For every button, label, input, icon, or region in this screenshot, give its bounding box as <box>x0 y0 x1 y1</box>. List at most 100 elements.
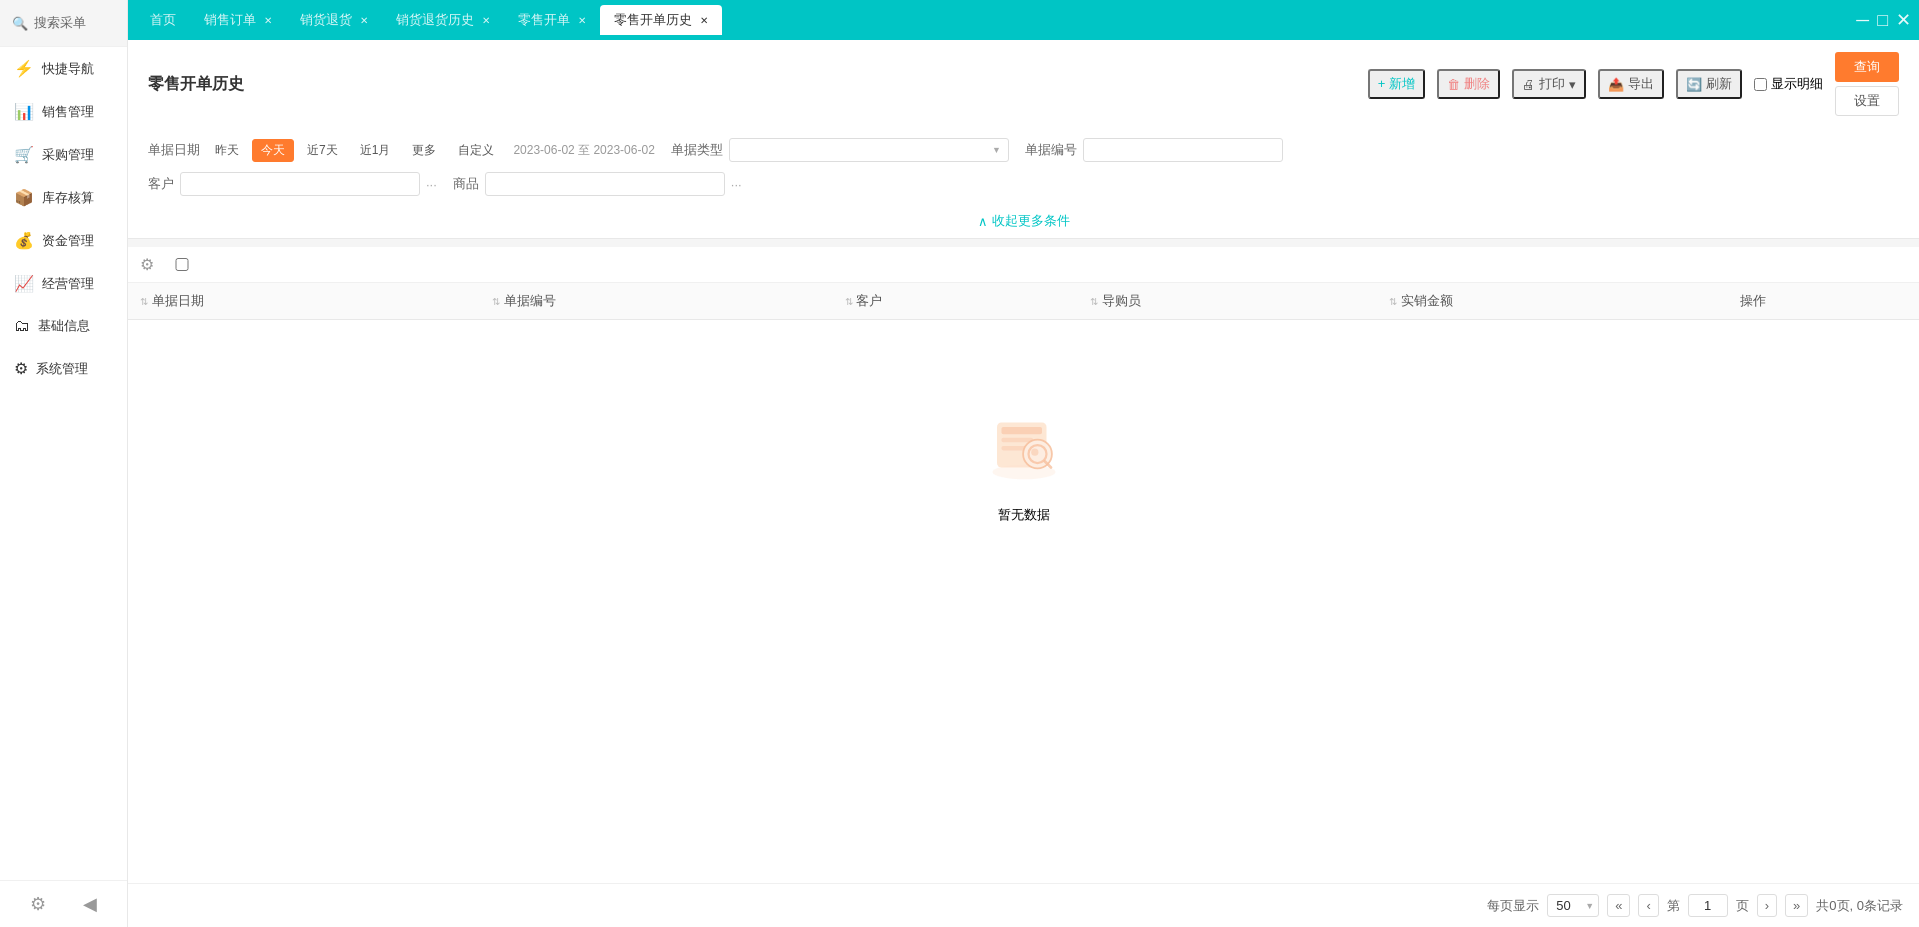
tab-retail-open[interactable]: 零售开单 ✕ <box>504 5 600 35</box>
doc-type-filter: 单据类型 <box>671 138 1009 162</box>
collapse-label: 收起更多条件 <box>992 212 1070 230</box>
sidebar-item-basic-info[interactable]: 🗂基础信息 <box>0 305 127 347</box>
col-sort-icon-date: ⇅ <box>140 296 148 307</box>
sidebar-item-finance[interactable]: 💰资金管理 <box>0 219 127 262</box>
goods-filter: 商品 ··· <box>453 172 742 196</box>
collapse-row[interactable]: ∧ 收起更多条件 <box>148 206 1899 238</box>
sidebar-item-sales-mgmt[interactable]: 📊销售管理 <box>0 90 127 133</box>
settings-icon[interactable]: ⚙ <box>30 893 46 915</box>
date-buttons: 昨天今天近7天近1月更多自定义 <box>206 139 503 162</box>
doc-num-filter: 单据编号 <box>1025 138 1283 162</box>
refresh-button[interactable]: 🔄 刷新 <box>1676 69 1742 99</box>
main-area: 首页销售订单✕销货退货✕销货退货历史✕零售开单✕零售开单历史✕ ─ □ ✕ 零售… <box>128 0 1919 927</box>
sidebar-item-purchase-mgmt[interactable]: 🛒采购管理 <box>0 133 127 176</box>
sidebar-item-system[interactable]: ⚙ 系统管理 <box>0 347 127 390</box>
tab-close-retail-open-history[interactable]: ✕ <box>700 15 708 26</box>
customer-filter: 客户 ··· <box>148 172 437 196</box>
date-btn-more[interactable]: 更多 <box>403 139 445 162</box>
date-btn-last_month[interactable]: 近1月 <box>351 139 400 162</box>
tab-sales-return-history[interactable]: 销货退货历史✕ <box>382 5 504 35</box>
delete-button[interactable]: 🗑 删除 <box>1437 69 1500 99</box>
goods-input[interactable] <box>485 172 725 196</box>
page-input[interactable] <box>1688 894 1728 917</box>
export-icon: 📤 <box>1608 77 1624 92</box>
col-header-salesperson: ⇅ 导购员 <box>1078 283 1377 320</box>
sidebar-icon-finance: 💰 <box>14 231 34 250</box>
customer-input[interactable] <box>180 172 420 196</box>
page-header: 零售开单历史 + 新增 🗑 删除 🖨 打印 ▾ 📤 导出 <box>128 40 1919 239</box>
sidebar-item-quick-nav[interactable]: ⚡快捷导航 <box>0 47 127 90</box>
customer-label: 客户 <box>148 175 174 193</box>
minimize-icon[interactable]: ─ <box>1856 10 1869 31</box>
sidebar-search[interactable]: 🔍 搜索采单 <box>0 0 127 47</box>
sidebar-label-basic-info: 基础信息 <box>38 317 90 335</box>
col-header-num: ⇅ 单据编号 <box>480 283 832 320</box>
col-sort-icon-customer: ⇅ <box>845 296 853 307</box>
first-page-button[interactable]: « <box>1607 894 1630 917</box>
add-button[interactable]: + 新增 <box>1368 69 1425 99</box>
per-page-select[interactable]: 102050100 <box>1547 894 1599 917</box>
tab-sales-order[interactable]: 销售订单✕ <box>190 5 286 35</box>
tab-close-sales-return-history[interactable]: ✕ <box>482 15 490 26</box>
table-area: ⚙ ⇅ 单据日期⇅ 单据编号⇅ 客户⇅ 导购员⇅ 实销金额操作 <box>128 247 1919 883</box>
sidebar-icon-inventory: 📦 <box>14 188 34 207</box>
sidebar-icon-system: ⚙ <box>14 359 28 378</box>
refresh-icon: 🔄 <box>1686 77 1702 92</box>
sidebar-footer: ⚙ ◀ <box>0 880 127 927</box>
pagination: 每页显示 102050100 « ‹ 第 页 › » 共0页, 0条记录 <box>128 883 1919 927</box>
close-icon[interactable]: ✕ <box>1896 9 1911 31</box>
page-area: 零售开单历史 + 新增 🗑 删除 🖨 打印 ▾ 📤 导出 <box>128 40 1919 927</box>
tab-close-sales-order[interactable]: ✕ <box>264 15 272 26</box>
tab-close-retail-open[interactable]: ✕ <box>578 15 586 26</box>
tab-sales-return[interactable]: 销货退货 ✕ <box>286 5 382 35</box>
page-label: 第 <box>1667 897 1680 915</box>
tab-label-retail-open: 零售开单 <box>518 11 570 29</box>
col-header-customer: ⇅ 客户 <box>833 283 1078 320</box>
collapse-sidebar-icon[interactable]: ◀ <box>83 893 97 915</box>
date-btn-last7[interactable]: 近7天 <box>298 139 347 162</box>
tab-close-sales-return[interactable]: ✕ <box>360 15 368 26</box>
date-range: 2023-06-02 至 2023-06-02 <box>513 142 654 159</box>
prev-page-button[interactable]: ‹ <box>1638 894 1658 917</box>
print-dropdown-icon: ▾ <box>1569 77 1576 92</box>
sidebar-item-operations[interactable]: 📈经营管理 <box>0 262 127 305</box>
sidebar-label-quick-nav: 快捷导航 <box>42 60 94 78</box>
sidebar-label-system: 系统管理 <box>36 360 88 378</box>
date-label: 单据日期 <box>148 141 200 159</box>
tab-home[interactable]: 首页 <box>136 5 190 35</box>
sidebar-icon-purchase-mgmt: 🛒 <box>14 145 34 164</box>
col-header-action: 操作 <box>1730 283 1919 320</box>
table-settings-icon[interactable]: ⚙ <box>140 255 154 274</box>
per-page-label: 每页显示 <box>1487 897 1539 915</box>
select-all-checkbox[interactable] <box>162 258 202 271</box>
settings-button[interactable]: 设置 <box>1835 86 1899 116</box>
svg-point-8 <box>1031 449 1038 456</box>
export-button[interactable]: 📤 导出 <box>1598 69 1664 99</box>
doc-type-label: 单据类型 <box>671 141 723 159</box>
next-page-button[interactable]: › <box>1757 894 1777 917</box>
sidebar-search-label: 搜索采单 <box>34 14 86 32</box>
show-detail-wrap: 显示明细 <box>1754 75 1823 93</box>
doc-num-label: 单据编号 <box>1025 141 1077 159</box>
tab-retail-open-history[interactable]: 零售开单历史 ✕ <box>600 5 722 35</box>
tab-label-sales-return: 销货退货 <box>300 11 352 29</box>
query-button[interactable]: 查询 <box>1835 52 1899 82</box>
delete-icon: 🗑 <box>1447 77 1460 92</box>
date-btn-custom[interactable]: 自定义 <box>449 139 503 162</box>
date-btn-yesterday[interactable]: 昨天 <box>206 139 248 162</box>
date-btn-today[interactable]: 今天 <box>252 139 294 162</box>
sidebar-item-inventory[interactable]: 📦 库存核算 <box>0 176 127 219</box>
sidebar-label-inventory: 库存核算 <box>42 189 94 207</box>
last-page-button[interactable]: » <box>1785 894 1808 917</box>
tab-label-retail-open-history: 零售开单历史 <box>614 11 692 29</box>
maximize-icon[interactable]: □ <box>1877 10 1888 31</box>
show-detail-checkbox[interactable] <box>1754 78 1767 91</box>
doc-type-select[interactable] <box>729 138 1009 162</box>
print-button[interactable]: 🖨 打印 ▾ <box>1512 69 1586 99</box>
data-table: ⇅ 单据日期⇅ 单据编号⇅ 客户⇅ 导购员⇅ 实销金额操作 <box>128 283 1919 320</box>
empty-state: 暂无数据 <box>128 320 1919 584</box>
collapse-icon: ∧ <box>978 214 988 229</box>
page-total: 共0页, 0条记录 <box>1816 897 1903 915</box>
goods-dots: ··· <box>731 177 742 192</box>
doc-num-input[interactable] <box>1083 138 1283 162</box>
